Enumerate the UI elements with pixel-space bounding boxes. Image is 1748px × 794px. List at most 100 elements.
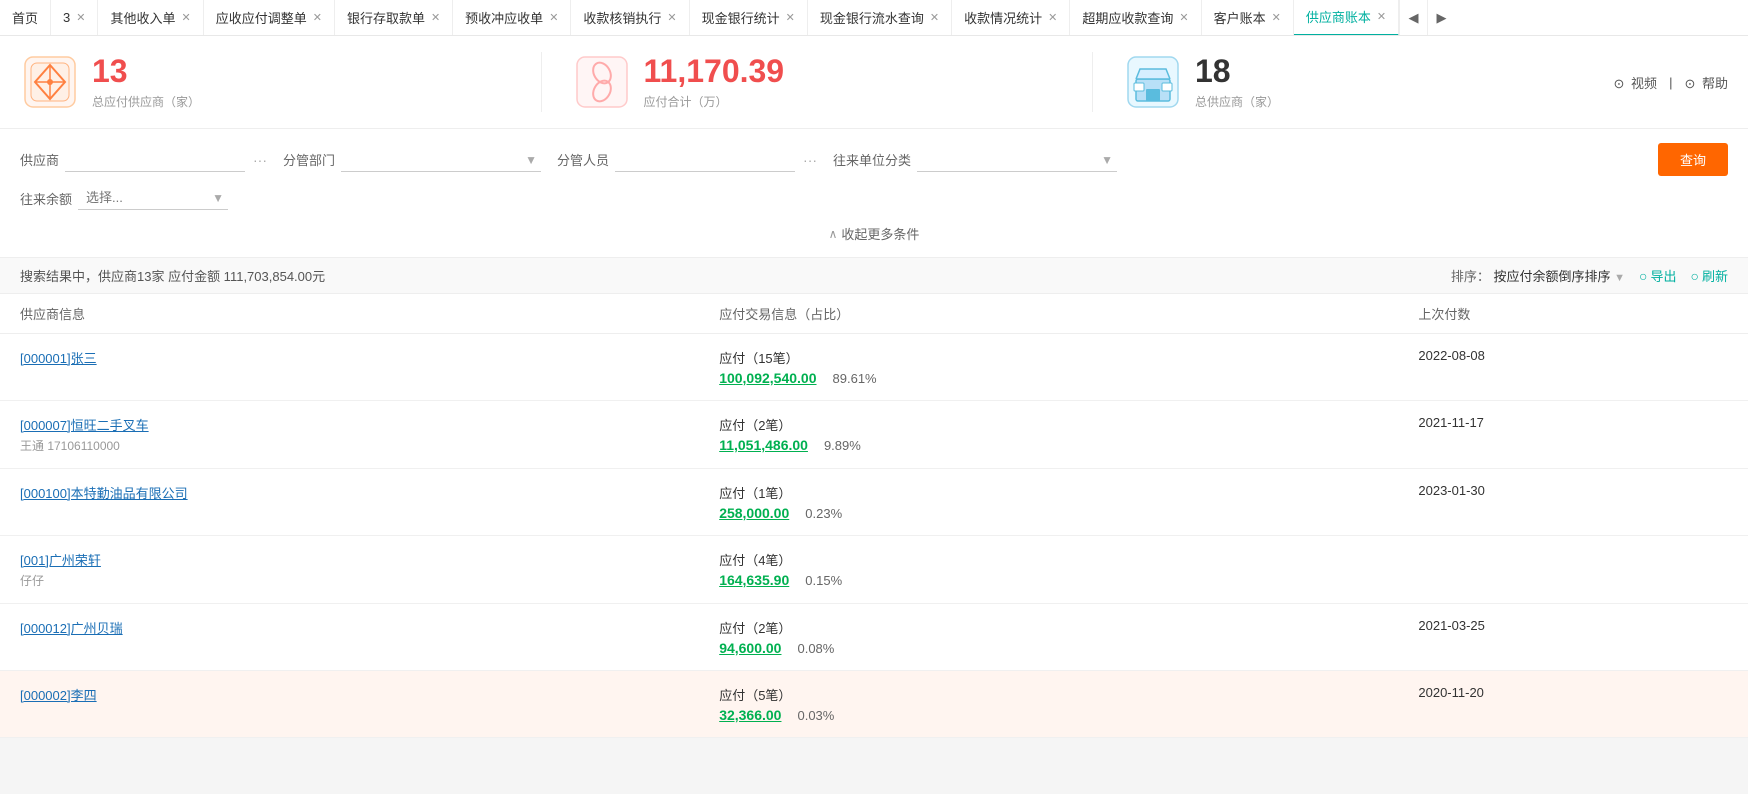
supplier-dots-icon[interactable]: ··· <box>253 152 267 168</box>
nav-adjust[interactable]: 应收应付调整单 ✕ <box>204 0 335 36</box>
last-pay-cell: 2020-11-20 <box>1398 671 1748 738</box>
payable-amount[interactable]: 11,051,486.00 <box>719 437 808 453</box>
stat-divider-1 <box>541 52 542 112</box>
payable-suppliers-label: 总应付供应商（家） <box>92 93 200 110</box>
nav-prepay[interactable]: 预收冲应收单 ✕ <box>453 0 571 36</box>
result-bar: 搜索结果中，供应商13家 应付金额 111,703,854.00元 排序： 按应… <box>0 258 1748 294</box>
supplier-filter-label: 供应商 <box>20 150 59 169</box>
help-link[interactable]: ⊙ 帮助 <box>1684 73 1728 92</box>
nav-collect-label: 收款情况统计 <box>964 8 1042 27</box>
col-last-pay: 上次付数 <box>1398 294 1748 334</box>
person-input[interactable] <box>615 148 795 172</box>
refresh-icon: ○ <box>1691 268 1699 284</box>
supplier-link[interactable]: [000007]恒旺二手叉车 <box>20 418 149 433</box>
export-icon: ○ <box>1639 268 1647 284</box>
stat-card-total-suppliers: 18 总供应商（家） <box>1123 52 1614 112</box>
supplier-link[interactable]: [000100]本特勤油品有限公司 <box>20 486 188 501</box>
close-icon[interactable]: ✕ <box>181 11 190 24</box>
close-icon[interactable]: ✕ <box>1179 11 1188 24</box>
nav-income-label: 其他收入单 <box>110 8 175 27</box>
close-icon[interactable]: ✕ <box>313 11 322 24</box>
query-button[interactable]: 查询 <box>1658 143 1728 176</box>
export-button[interactable]: ○ 导出 <box>1639 266 1676 285</box>
supplier-link[interactable]: [000012]广州贝瑞 <box>20 621 123 636</box>
table-row: [000100]本特勤油品有限公司 应付（1笔）258,000.000.23%20… <box>0 469 1748 536</box>
nav-overdue[interactable]: 超期应收款查询 ✕ <box>1070 0 1201 36</box>
supplier-info-cell: [000001]张三 <box>0 334 699 401</box>
close-icon[interactable]: ✕ <box>1377 10 1386 23</box>
supplier-link[interactable]: [001]广州荣轩 <box>20 553 101 568</box>
nav-right-arrow[interactable]: ▶ <box>1427 0 1455 36</box>
sort-chevron-icon[interactable]: ▼ <box>1614 272 1625 284</box>
nav-bank[interactable]: 银行存取款单 ✕ <box>335 0 453 36</box>
payable-percent: 0.03% <box>797 708 834 723</box>
payable-amount[interactable]: 100,092,540.00 <box>719 370 816 386</box>
department-input[interactable] <box>341 148 541 172</box>
nav-cashflow[interactable]: 现金银行流水查询 ✕ <box>808 0 952 36</box>
filter-person: 分管人员 ··· <box>557 148 817 172</box>
close-icon[interactable]: ✕ <box>786 11 795 24</box>
close-icon[interactable]: ✕ <box>930 11 939 24</box>
table-row: [000007]恒旺二手叉车王通 17106110000应付（2笔）11,051… <box>0 401 1748 469</box>
nav-overdue-label: 超期应收款查询 <box>1082 8 1173 27</box>
supplier-input[interactable] <box>65 148 245 172</box>
balance-filter-label: 往来余额 <box>20 189 72 208</box>
collapse-button[interactable]: ∧ 收起更多条件 <box>20 220 1728 247</box>
nav-cusbook[interactable]: 客户账本 ✕ <box>1202 0 1294 36</box>
supplier-link[interactable]: [000002]李四 <box>20 688 97 703</box>
payable-info-cell: 应付（1笔）258,000.000.23% <box>699 469 1398 536</box>
nav-tab3-label: 3 <box>63 10 70 25</box>
nav-supbook[interactable]: 供应商账本 ✕ <box>1294 0 1399 36</box>
help-label: 帮助 <box>1702 76 1728 91</box>
nav-cashstat-label: 现金银行统计 <box>702 8 780 27</box>
nav-collect[interactable]: 收款情况统计 ✕ <box>952 0 1070 36</box>
close-icon[interactable]: ✕ <box>549 11 558 24</box>
nav-left-arrow[interactable]: ◀ <box>1399 0 1427 36</box>
nav-home-label: 首页 <box>12 8 38 27</box>
nav-verify[interactable]: 收款核销执行 ✕ <box>571 0 689 36</box>
supplier-info-cell: [000012]广州贝瑞 <box>0 604 699 671</box>
category-input[interactable] <box>917 148 1117 172</box>
table-row: [001]广州荣轩仔仔应付（4笔）164,635.900.15% <box>0 536 1748 604</box>
close-icon[interactable]: ✕ <box>1048 11 1057 24</box>
video-link[interactable]: ⊙ 视频 <box>1614 73 1658 92</box>
nav-cashflow-label: 现金银行流水查询 <box>820 8 924 27</box>
payable-count: 应付（2笔） <box>719 415 1378 434</box>
payable-amount[interactable]: 32,366.00 <box>719 707 781 723</box>
top-right-links: ⊙ 视频 | ⊙ 帮助 <box>1614 73 1728 92</box>
supplier-info-cell: [000100]本特勤油品有限公司 <box>0 469 699 536</box>
refresh-label: 刷新 <box>1702 266 1728 285</box>
stat-content-total-suppliers: 18 总供应商（家） <box>1195 54 1279 110</box>
close-icon[interactable]: ✕ <box>76 11 85 24</box>
stat-card-payable-total: 11,170.39 应付合计（万） <box>572 52 1063 112</box>
close-icon[interactable]: ✕ <box>667 11 676 24</box>
nav-verify-label: 收款核销执行 <box>583 8 661 27</box>
nav-income[interactable]: 其他收入单 ✕ <box>98 0 203 36</box>
sort-value[interactable]: 按应付余额倒序排序 <box>1494 269 1611 284</box>
balance-input[interactable] <box>78 186 228 210</box>
person-dots-icon[interactable]: ··· <box>803 152 817 168</box>
filter-category: 往来单位分类 ▼ <box>833 148 1117 172</box>
payable-amount[interactable]: 258,000.00 <box>719 505 789 521</box>
nav-cashstat[interactable]: 现金银行统计 ✕ <box>690 0 808 36</box>
stat-divider-2 <box>1092 52 1093 112</box>
close-icon[interactable]: ✕ <box>1272 11 1281 24</box>
table-row: [000012]广州贝瑞应付（2笔）94,600.000.08%2021-03-… <box>0 604 1748 671</box>
col-supplier-info: 供应商信息 <box>0 294 699 334</box>
filter-department: 分管部门 ▼ <box>283 148 541 172</box>
nav-home[interactable]: 首页 <box>0 0 51 36</box>
close-icon[interactable]: ✕ <box>431 11 440 24</box>
right-actions: 排序： 按应付余额倒序排序 ▼ ○ 导出 ○ 刷新 <box>1451 266 1728 285</box>
filter-bar: 供应商 ··· 分管部门 ▼ 分管人员 ··· 往来单位分类 ▼ 查询 <box>0 129 1748 258</box>
stats-bar: 13 总应付供应商（家） 11,170.39 应付合计（万） <box>0 36 1748 129</box>
last-pay-cell: 2023-01-30 <box>1398 469 1748 536</box>
nav-tab3[interactable]: 3 ✕ <box>51 0 98 36</box>
video-circle-icon: ⊙ <box>1614 76 1625 91</box>
supplier-info-cell: [000002]李四 <box>0 671 699 738</box>
category-filter-label: 往来单位分类 <box>833 150 911 169</box>
payable-amount[interactable]: 164,635.90 <box>719 572 789 588</box>
supplier-link[interactable]: [000001]张三 <box>20 351 97 366</box>
refresh-button[interactable]: ○ 刷新 <box>1691 266 1728 285</box>
payable-amount[interactable]: 94,600.00 <box>719 640 781 656</box>
chevron-up-icon: ∧ <box>829 227 838 241</box>
